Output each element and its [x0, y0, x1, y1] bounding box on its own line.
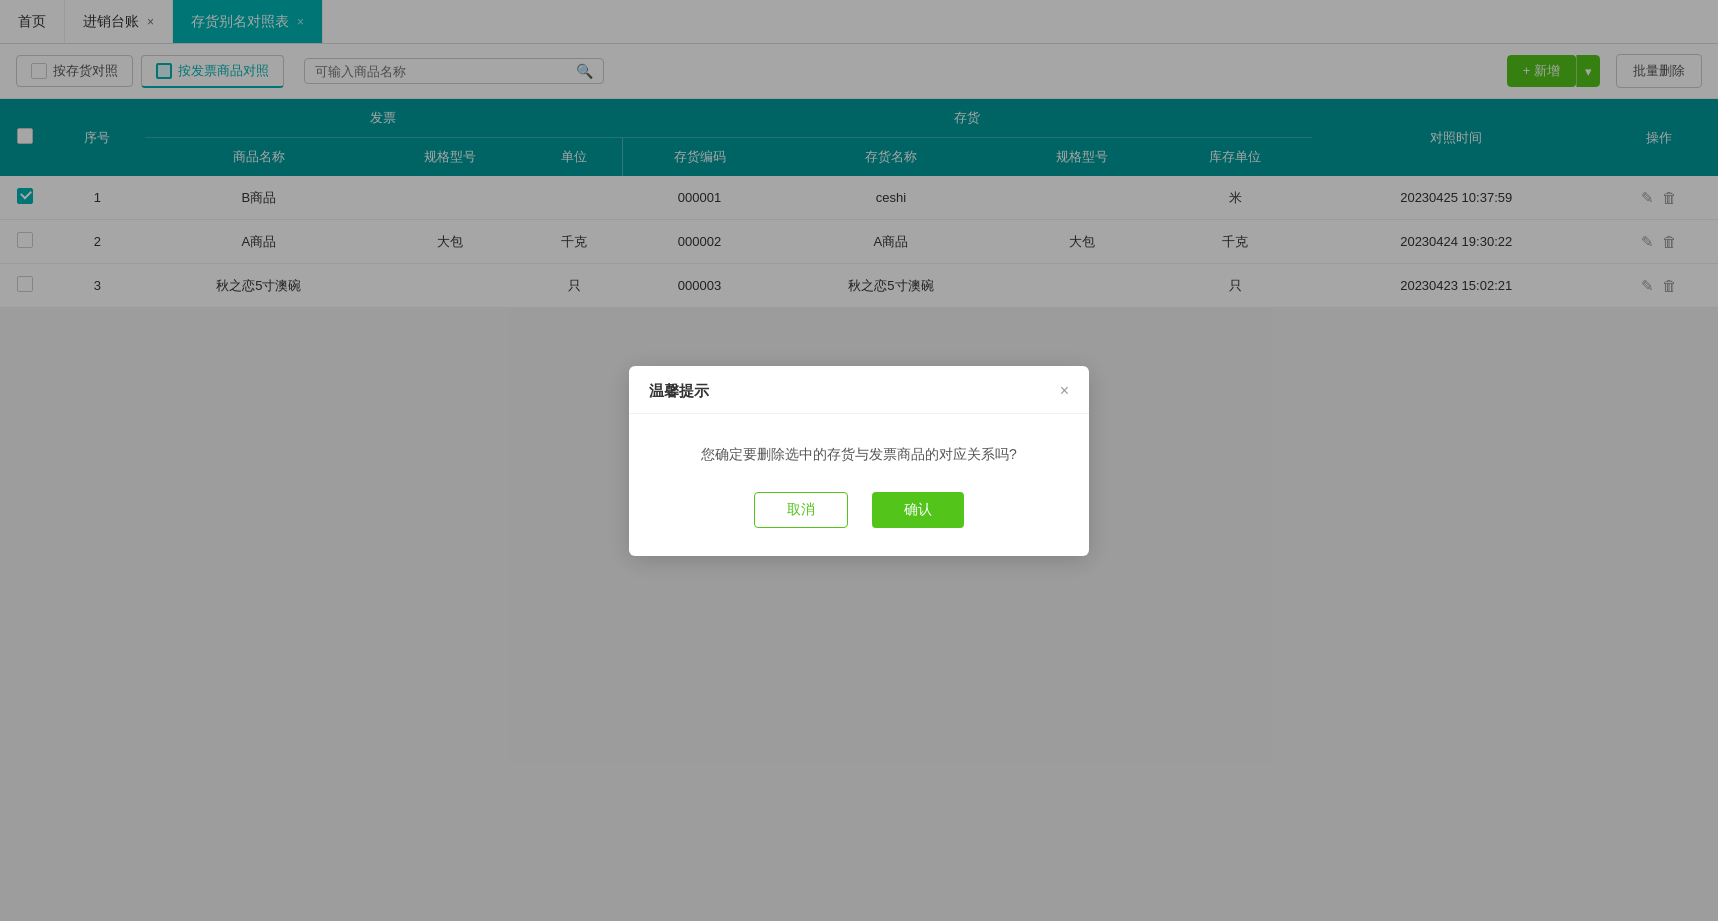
overlay: 温馨提示 × 您确定要删除选中的存货与发票商品的对应关系吗? 取消 确认 [0, 0, 1718, 308]
